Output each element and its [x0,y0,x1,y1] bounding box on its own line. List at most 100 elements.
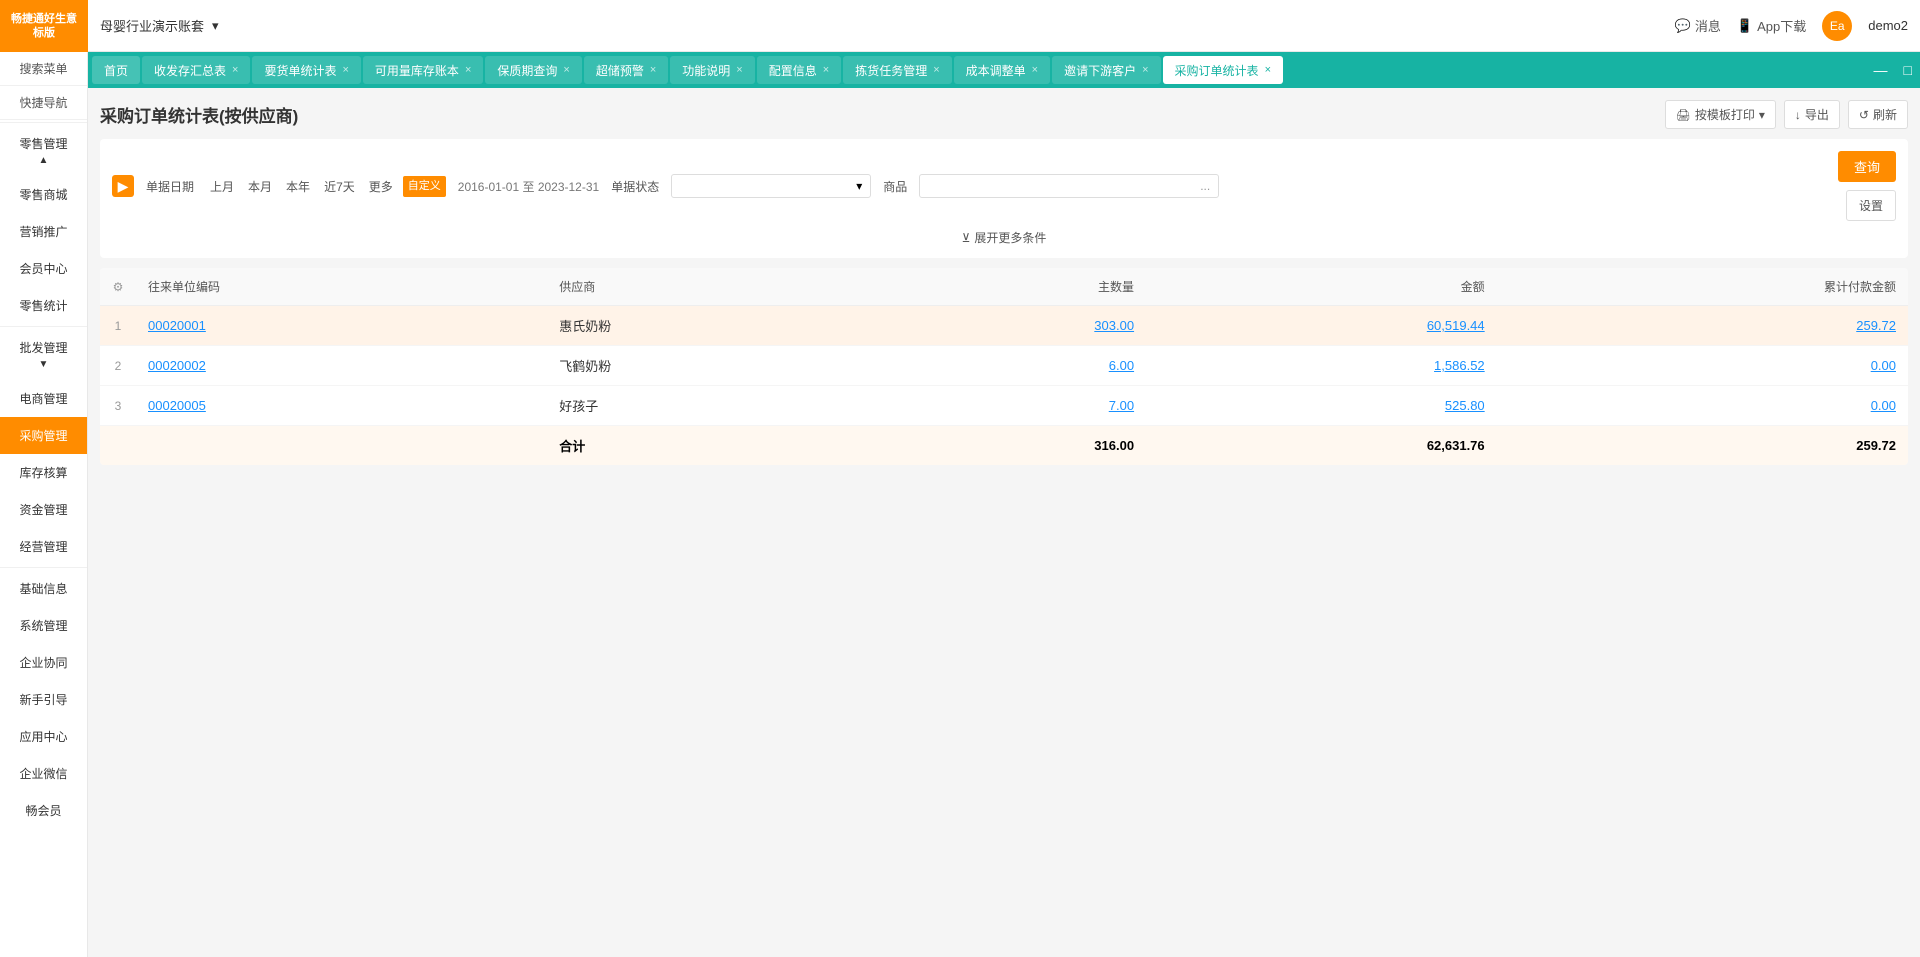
amount-cell: 1,586.52 [1146,346,1497,386]
column-settings-icon[interactable]: ⚙ [113,280,124,294]
tab-close-icon[interactable]: × [1142,64,1148,76]
sidebar-divider-1 [0,122,87,123]
quantity-link[interactable]: 6.00 [1109,358,1134,373]
tab-available-inventory[interactable]: 可用量库存账本 × [363,56,483,84]
tab-invite-downstream[interactable]: 邀请下游客户 × [1052,56,1160,84]
expand-filter-btn[interactable]: ⊻ 展开更多条件 [962,229,1047,246]
amount-link[interactable]: 60,519.44 [1427,318,1485,333]
tab-function-desc[interactable]: 功能说明 × [670,56,754,84]
sidebar-item-vip[interactable]: 畅会员 [0,792,87,829]
paid-amount-link[interactable]: 0.00 [1871,358,1896,373]
template-print-button[interactable]: 🖨 按模板打印 ▾ [1665,100,1776,129]
sidebar-quick-nav[interactable]: 快捷导航 [0,86,87,120]
tab-goods-summary[interactable]: 要货单统计表 × [252,56,360,84]
sidebar-item-label: 库存核算 [19,464,67,481]
tab-config-info[interactable]: 配置信息 × [757,56,841,84]
tab-label: 要货单统计表 [264,62,336,79]
custom-date-badge: 自定义 [403,176,446,197]
amount-link[interactable]: 525.80 [1445,398,1485,413]
sidebar-item-marketing[interactable]: 营销推广 [0,213,87,250]
status-select[interactable]: ▾ [671,174,871,198]
paid-amount-link[interactable]: 0.00 [1871,398,1896,413]
app-download-btn[interactable]: 📱 App下载 [1737,16,1806,35]
tab-expiry-query[interactable]: 保质期查询 × [485,56,581,84]
tab-close-icon[interactable]: × [563,64,569,76]
maximize-icon[interactable]: □ [1900,60,1916,80]
unit-code-link[interactable]: 00020005 [148,398,206,413]
sidebar-item-label: 会员中心 [19,260,67,277]
tab-overstock-warning[interactable]: 超储预警 × [584,56,668,84]
tab-label: 成本调整单 [966,62,1026,79]
sidebar-item-newguide[interactable]: 新手引导 [0,681,87,718]
tab-close-icon[interactable]: × [736,64,742,76]
tab-label: 保质期查询 [497,62,557,79]
tab-close-icon[interactable]: × [232,64,238,76]
sidebar-search[interactable]: 搜索菜单 [0,52,87,86]
footer-paid-amount: 259.72 [1497,426,1908,466]
message-btn[interactable]: 💬 消息 [1675,16,1721,35]
sidebar-item-purchase[interactable]: 采购管理 [0,417,87,454]
date-btn-last-month[interactable]: 上月 [206,176,238,197]
sidebar-item-label: 零售商城 [19,186,67,203]
sidebar-item-label: 零售管理 [19,135,67,152]
sidebar-item-label: 系统管理 [19,617,67,634]
sidebar-item-label: 电商管理 [19,390,67,407]
tab-close-icon[interactable]: × [650,64,656,76]
date-btn-more[interactable]: 更多 [365,176,397,197]
date-btn-this-year[interactable]: 本年 [282,176,314,197]
sidebar-item-ecommerce[interactable]: 电商管理 [0,380,87,417]
unit-code-link[interactable]: 00020002 [148,358,206,373]
table-row: 2 00020002 飞鹤奶粉 6.00 1,586.52 [100,346,1908,386]
user-avatar[interactable]: Ea [1822,11,1852,41]
sidebar-item-wechat[interactable]: 企业微信 [0,755,87,792]
sidebar-item-wholesale[interactable]: 批发管理 ▼ [0,329,87,380]
sidebar-divider-3 [0,567,87,568]
quantity-link[interactable]: 7.00 [1109,398,1134,413]
sidebar-item-label: 应用中心 [19,728,67,745]
refresh-button[interactable]: ↺ 刷新 [1848,100,1908,129]
sidebar-item-cooperation[interactable]: 企业协同 [0,644,87,681]
query-button[interactable]: 查询 [1838,151,1896,182]
tab-purchase-summary[interactable]: 采购订单统计表 × [1163,56,1283,84]
sidebar-item-inventory[interactable]: 库存核算 [0,454,87,491]
date-btn-7days[interactable]: 近7天 [320,176,359,197]
tab-close-icon[interactable]: × [823,64,829,76]
date-btn-this-month[interactable]: 本月 [244,176,276,197]
tab-close-icon[interactable]: × [1032,64,1038,76]
sidebar-item-retail[interactable]: 零售管理 ▲ [0,125,87,176]
sidebar-item-label: 营销推广 [19,223,67,240]
export-button[interactable]: ↓ 导出 [1784,100,1840,129]
sidebar-item-retail-stat[interactable]: 零售统计 [0,287,87,324]
tab-collect-summary[interactable]: 收发存汇总表 × [142,56,250,84]
chevron-down-icon: ▾ [1759,108,1765,122]
goods-input[interactable]: ... [919,174,1219,198]
tab-close-icon[interactable]: × [933,64,939,76]
sidebar-item-base[interactable]: 基础信息 [0,570,87,607]
paid-amount-link[interactable]: 259.72 [1856,318,1896,333]
workspace-dropdown[interactable]: ▾ [212,18,219,34]
supplier-cell: 惠氏奶粉 [547,306,873,346]
settings-button[interactable]: 设置 [1846,190,1896,221]
amount-link[interactable]: 1,586.52 [1434,358,1485,373]
settings-col-header: ⚙ [100,268,136,306]
quantity-link[interactable]: 303.00 [1094,318,1134,333]
tab-pick-task[interactable]: 拣货任务管理 × [843,56,951,84]
sidebar-item-operation[interactable]: 经营管理 [0,528,87,565]
tab-close-icon[interactable]: × [465,64,471,76]
sidebar-item-retail-shop[interactable]: 零售商城 [0,176,87,213]
chevron-down-icon: ▲ [39,155,49,166]
sidebar-item-finance[interactable]: 资金管理 [0,491,87,528]
filter-toggle-btn[interactable]: ▶ [112,175,134,197]
download-icon: 📱 [1737,18,1753,34]
user-name: demo2 [1868,18,1908,33]
tab-home[interactable]: 首页 [92,56,140,84]
sidebar-item-member[interactable]: 会员中心 [0,250,87,287]
tab-close-icon[interactable]: × [1265,64,1271,76]
date-quick-btns: 上月 本月 本年 近7天 更多 自定义 [206,176,446,197]
tab-close-icon[interactable]: × [342,64,348,76]
sidebar-item-system[interactable]: 系统管理 [0,607,87,644]
minimize-icon[interactable]: — [1870,60,1892,80]
unit-code-link[interactable]: 00020001 [148,318,206,333]
sidebar-item-appcenter[interactable]: 应用中心 [0,718,87,755]
tab-cost-adjust[interactable]: 成本调整单 × [954,56,1050,84]
